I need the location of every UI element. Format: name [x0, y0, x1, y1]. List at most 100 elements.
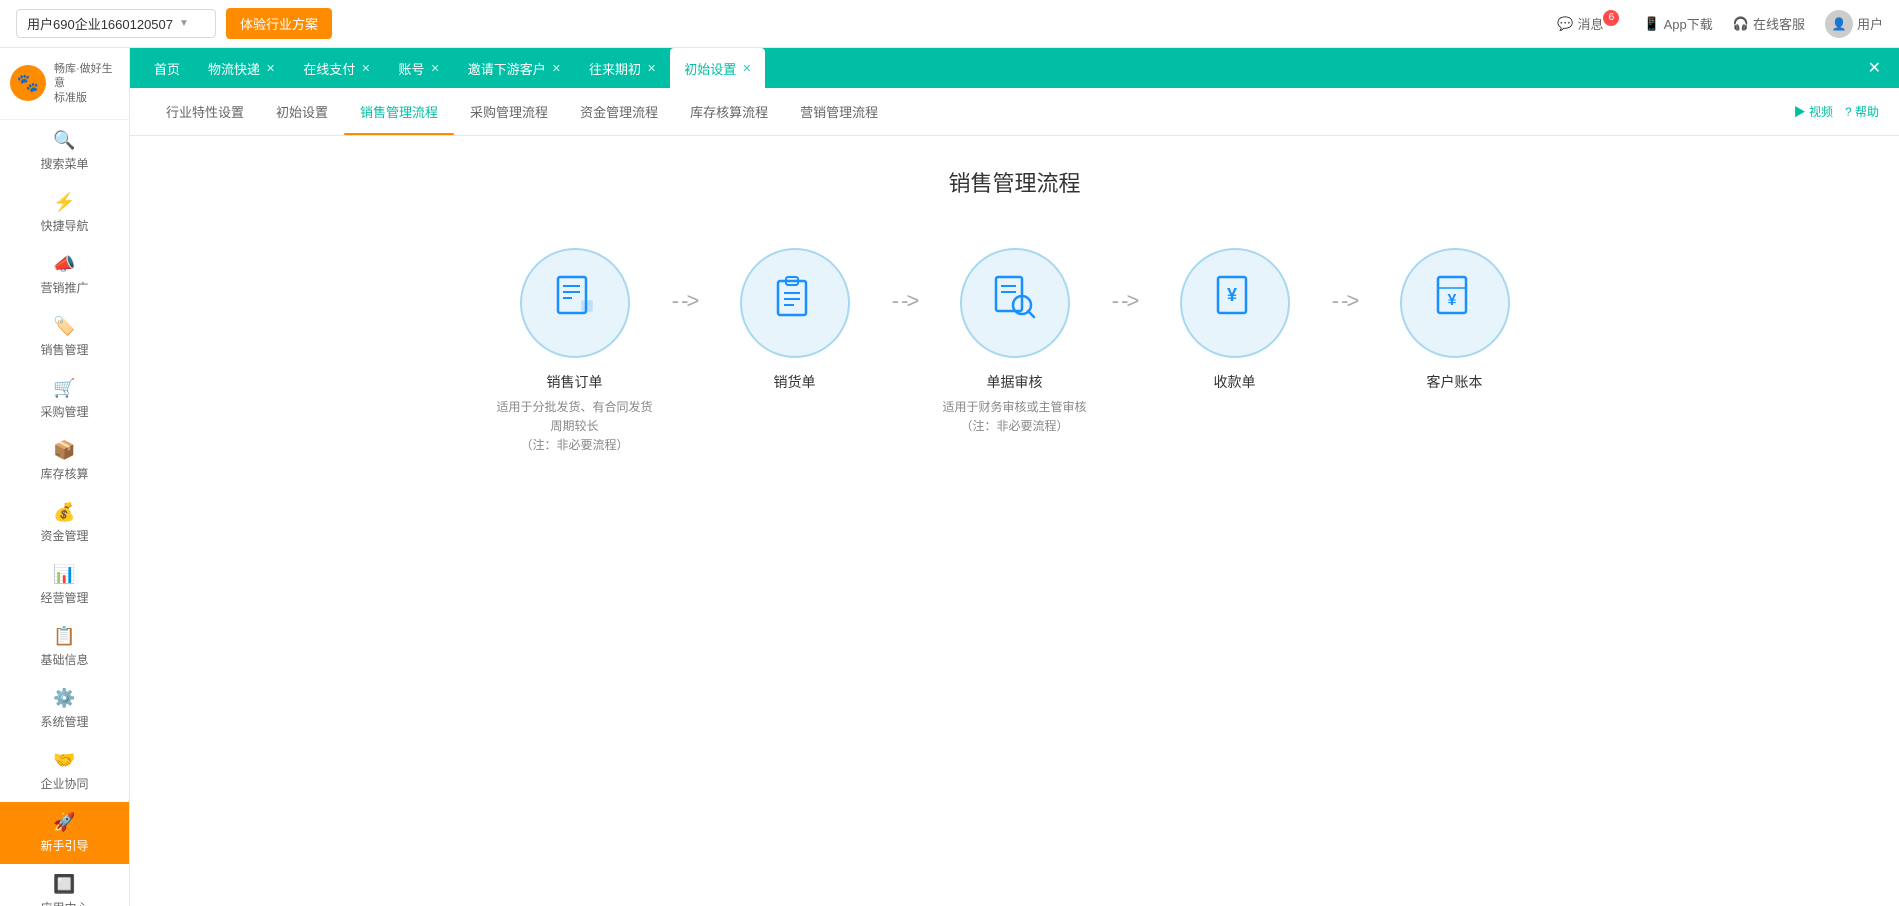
flow-item-customer-account[interactable]: ¥ 客户账本	[1375, 248, 1535, 398]
sub-tab-purchase-flow[interactable]: 采购管理流程	[454, 88, 564, 135]
chevron-down-icon: ▼	[179, 18, 189, 29]
flow-desc-document-review: 适用于财务审核或主管审核	[942, 398, 1086, 417]
sidebar-item-sales[interactable]: 🏷️ 销售管理	[0, 306, 129, 368]
sub-tab-industry[interactable]: 行业特性设置	[150, 88, 260, 135]
page-title: 销售管理流程	[130, 166, 1899, 198]
sub-tab-sales-flow[interactable]: 销售管理流程	[344, 88, 454, 135]
flow-name-receipt: 收款单	[1214, 372, 1256, 392]
flow-item-document-review[interactable]: 单据审核 适用于财务审核或主管审核（注：非必要流程）	[935, 248, 1095, 436]
top-header: 用户690企业1660120507 ▼ 体验行业方案 💬 消息 6 📱 App下…	[0, 0, 1899, 48]
logo-line2: 标准版	[54, 91, 119, 105]
flow-item-receipt[interactable]: ¥ 收款单	[1155, 248, 1315, 398]
arrow-icon-2: - ->	[892, 288, 918, 314]
trial-button[interactable]: 体验行业方案	[226, 8, 332, 39]
message-badge: 6	[1603, 10, 1619, 26]
close-tab-account[interactable]: ✕	[431, 62, 440, 75]
sub-tab-initial[interactable]: 初始设置	[260, 88, 344, 135]
help-link[interactable]: ? 帮助	[1845, 103, 1879, 120]
system-icon: ⚙️	[53, 688, 75, 709]
sidebar-label-app-center: 应用中心	[40, 899, 88, 906]
close-all-tabs[interactable]: ✕	[1860, 54, 1889, 82]
sub-tab-label-purchase-flow: 采购管理流程	[470, 105, 548, 120]
video-link[interactable]: ▶ 视频	[1794, 103, 1833, 120]
flow-name-sales-invoice: 销货单	[774, 372, 816, 392]
flow-diagram: 销售订单 适用于分批发货、有合同发货周期较长（注：非必要流程） - -> 销货单…	[130, 218, 1899, 486]
sidebar-item-quick-nav[interactable]: ⚡ 快捷导航	[0, 182, 129, 244]
flow-arrow-2: - ->	[875, 248, 935, 314]
user-selector[interactable]: 用户690企业1660120507 ▼	[16, 9, 216, 38]
new-guide-icon: 🚀	[53, 812, 75, 833]
nav-tab-label-invite: 邀请下游客户	[468, 59, 546, 78]
video-label: 视频	[1809, 105, 1833, 119]
purchase-icon: 🛒	[53, 378, 75, 399]
app-download-label: App下载	[1664, 14, 1713, 33]
nav-tab-label-logistics: 物流快递	[208, 59, 260, 78]
marketing-icon: 📣	[53, 254, 75, 275]
flow-note-sales-order: （注：非必要流程）	[520, 436, 628, 455]
download-icon: 📱	[1643, 16, 1659, 32]
flow-circle-sales-invoice	[740, 248, 850, 358]
sidebar-items: 🔍 搜索菜单 ⚡ 快捷导航 📣 营销推广 🏷️ 销售管理 🛒 采购管理 📦 库存…	[0, 120, 129, 906]
online-service-button[interactable]: 🎧 在线客服	[1733, 14, 1805, 33]
sales-icon: 🏷️	[53, 316, 75, 337]
logo-line1: 畅库·做好生意	[54, 62, 119, 91]
sub-tab-label-initial: 初始设置	[276, 105, 328, 120]
sidebar: 🐾 畅库·做好生意 标准版 🔍 搜索菜单 ⚡ 快捷导航 📣 营销推广 🏷️ 销售…	[0, 48, 130, 906]
nav-tab-invite[interactable]: 邀请下游客户 ✕	[454, 48, 575, 88]
sidebar-item-purchase[interactable]: 🛒 采购管理	[0, 368, 129, 430]
nav-tab-initial-setup[interactable]: 初始设置 ✕	[670, 48, 765, 88]
close-tab-payment[interactable]: ✕	[361, 62, 370, 75]
sub-tab-finance-flow[interactable]: 资金管理流程	[564, 88, 674, 135]
page-content: 行业特性设置初始设置销售管理流程采购管理流程资金管理流程库存核算流程营销管理流程…	[130, 88, 1899, 906]
sidebar-item-app-center[interactable]: 🔲 应用中心	[0, 864, 129, 906]
sidebar-item-search[interactable]: 🔍 搜索菜单	[0, 120, 129, 182]
close-tab-invite[interactable]: ✕	[552, 62, 561, 75]
video-icon: ▶	[1794, 105, 1806, 119]
sidebar-item-finance[interactable]: 💰 资金管理	[0, 492, 129, 554]
close-tab-logistics[interactable]: ✕	[266, 62, 275, 75]
quick-nav-icon: ⚡	[53, 192, 75, 213]
flow-name-document-review: 单据审核	[987, 372, 1043, 392]
sidebar-label-quick-nav: 快捷导航	[40, 217, 88, 234]
nav-tab-account[interactable]: 账号✕	[384, 48, 453, 88]
sub-tabs-list: 行业特性设置 初始设置 销售管理流程 采购管理流程 资金管理流程库存核算流程 营销管理流程	[150, 88, 894, 135]
nav-tab-logistics[interactable]: 物流快递 ✕	[194, 48, 289, 88]
sidebar-item-inventory[interactable]: 📦 库存核算	[0, 430, 129, 492]
content-area: 首页物流快递✕在线支付✕账号✕邀请下游客户✕往来期初✕初始设置✕ ✕ 行业特性设…	[130, 48, 1899, 906]
user-menu[interactable]: 👤 用户	[1825, 10, 1883, 38]
nav-tab-label-home: 首页	[154, 59, 180, 78]
sidebar-item-enterprise-coop[interactable]: 🤝 企业协同	[0, 740, 129, 802]
sidebar-item-basic-info[interactable]: 📋 基础信息	[0, 616, 129, 678]
arrow-icon-1: - ->	[672, 288, 698, 314]
flow-icon-sales-invoice	[770, 273, 820, 333]
close-tab-period-start[interactable]: ✕	[647, 62, 656, 75]
app-download-button[interactable]: 📱 App下载	[1643, 14, 1712, 33]
headset-icon: 🎧	[1733, 16, 1749, 32]
sub-tab-marketing-flow[interactable]: 营销管理流程	[784, 88, 894, 135]
sub-tab-inventory-flow[interactable]: 库存核算流程	[674, 88, 784, 135]
user-name-label: 用户	[1857, 14, 1883, 33]
sidebar-item-system[interactable]: ⚙️ 系统管理	[0, 678, 129, 740]
sidebar-item-marketing[interactable]: 📣 营销推广	[0, 244, 129, 306]
flow-desc-sales-order: 适用于分批发货、有合同发货周期较长	[495, 398, 655, 436]
sub-tab-label-sales-flow: 销售管理流程	[360, 105, 438, 120]
close-tab-initial-setup[interactable]: ✕	[742, 62, 751, 75]
sidebar-label-basic-info: 基础信息	[40, 651, 88, 668]
flow-item-sales-order[interactable]: 销售订单 适用于分批发货、有合同发货周期较长（注：非必要流程）	[495, 248, 655, 456]
nav-tab-label-initial-setup: 初始设置	[684, 59, 736, 78]
help-icon: ?	[1845, 105, 1852, 119]
nav-tab-home[interactable]: 首页	[140, 48, 194, 88]
flow-circle-sales-order	[520, 248, 630, 358]
avatar: 👤	[1825, 10, 1853, 38]
message-button[interactable]: 💬 消息 6	[1557, 14, 1623, 33]
nav-tab-label-payment: 在线支付	[303, 59, 355, 78]
nav-tab-payment[interactable]: 在线支付 ✕	[289, 48, 384, 88]
sub-tab-label-marketing-flow: 营销管理流程	[800, 105, 878, 120]
nav-tab-period-start[interactable]: 往来期初✕	[575, 48, 670, 88]
sidebar-item-operations[interactable]: 📊 经营管理	[0, 554, 129, 616]
nav-tabs: 首页物流快递✕在线支付✕账号✕邀请下游客户✕往来期初✕初始设置✕ ✕	[130, 48, 1899, 88]
flow-name-sales-order: 销售订单	[547, 372, 603, 392]
sidebar-item-new-guide[interactable]: 🚀 新手引导	[0, 802, 129, 864]
flow-item-sales-invoice[interactable]: 销货单	[715, 248, 875, 398]
flow-icon-receipt: ¥	[1210, 273, 1260, 333]
